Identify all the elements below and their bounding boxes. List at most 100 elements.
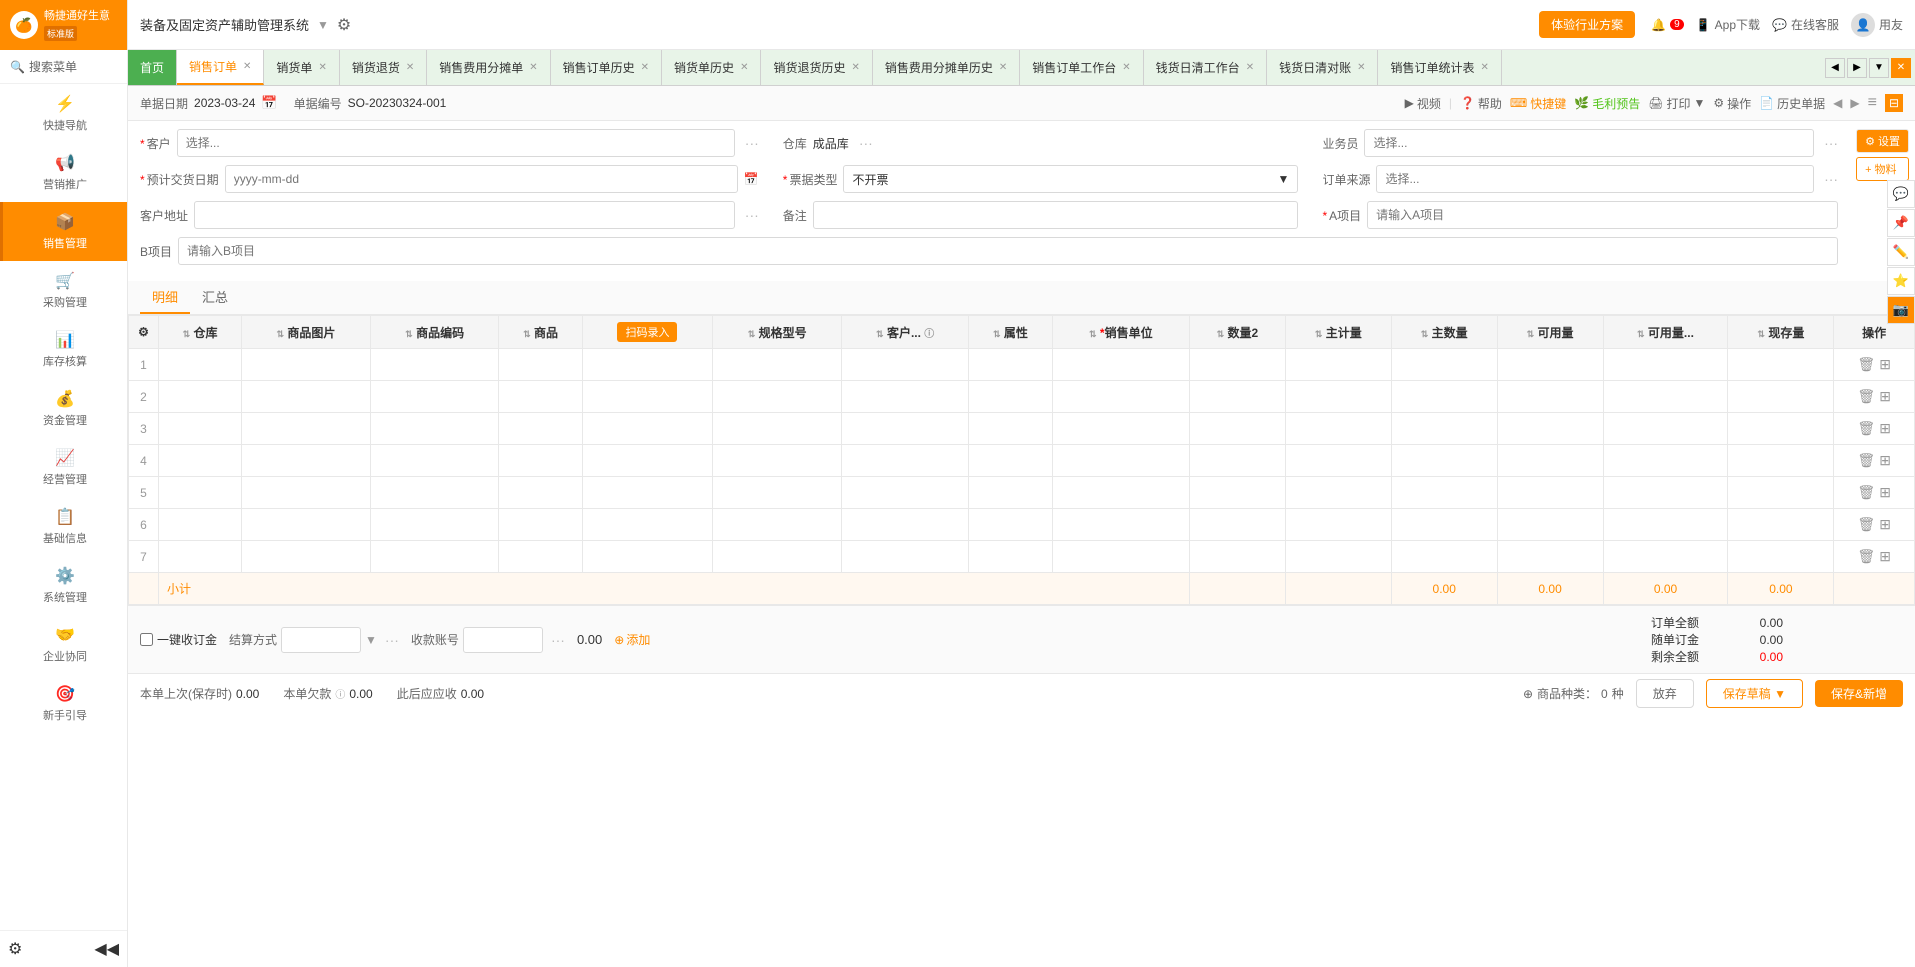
nav-next-btn[interactable]: ▶ [1850,96,1859,110]
a-project-input[interactable] [1367,201,1838,229]
industry-btn[interactable]: 体验行业方案 [1539,11,1635,38]
table-tab-detail[interactable]: 明细 [140,281,190,314]
setting-button[interactable]: ⚙ 设置 [1856,129,1909,153]
th-main-unit[interactable]: ⇅ 主计量 [1285,316,1391,349]
th-available2[interactable]: ⇅ 可用量... [1603,316,1728,349]
sidebar-item-operations[interactable]: 📈 经营管理 [0,438,127,497]
row-unit[interactable] [1052,349,1189,381]
row-available2[interactable] [1603,349,1728,381]
tab-sales-invoice[interactable]: 销货单 ✕ [264,50,339,85]
table-scroll[interactable]: ⚙ ⇅ 仓库 ⇅ 商品图片 ⇅ 商品编码 ⇅ 商品 扫码录入 ⇅ 规格型号 ⇅ … [128,315,1915,605]
th-unit[interactable]: ⇅ *销售单位 [1052,316,1189,349]
notification-item[interactable]: 🔔 9 [1651,18,1684,32]
tab-sales-order[interactable]: 销售订单 ✕ [177,50,264,85]
copy-icon[interactable]: ⊞ [1879,548,1891,565]
operations-action[interactable]: ⚙ 操作 [1713,95,1751,112]
sidebar-item-sales[interactable]: 📦 销售管理 [0,202,127,261]
payment-dots[interactable]: ··· [385,632,399,648]
dropdown-icon[interactable]: ▼ [317,18,329,32]
settings-icon[interactable]: ⚙ [8,939,22,959]
one-key-collect-check[interactable] [140,633,153,646]
tab-close-icon[interactable]: ✕ [243,61,251,72]
order-source-input[interactable] [1376,165,1814,193]
copy-icon[interactable]: ⊞ [1879,484,1891,501]
sidebar-item-guide[interactable]: 🎯 新手引导 [0,674,127,733]
delete-icon[interactable]: 🗑 [1857,420,1875,437]
settings-gear-icon[interactable]: ⚙ [337,15,351,35]
copy-icon[interactable]: ⊞ [1879,516,1891,533]
sidebar-item-basic[interactable]: 📋 基础信息 [0,497,127,556]
customer-input[interactable] [177,129,735,157]
customer-dots[interactable]: ··· [745,135,759,151]
tab-home[interactable]: 首页 [128,50,177,85]
th-stock[interactable]: ⇅ 现存量 [1728,316,1834,349]
sidebar-item-marketing[interactable]: 📢 营销推广 [0,143,127,202]
right-tool-chat[interactable]: 💬 [1887,180,1915,208]
delivery-input[interactable] [225,165,738,193]
sidebar-search[interactable]: 🔍 搜索菜单 [0,50,127,84]
nav-prev-btn[interactable]: ◀ [1833,96,1842,110]
row-scan[interactable] [582,349,713,381]
profit-action[interactable]: 🌿 毛利预告 [1574,95,1640,112]
copy-icon[interactable]: ⊞ [1879,388,1891,405]
th-main-qty[interactable]: ⇅ 主数量 [1391,316,1497,349]
tab-invoice-history[interactable]: 销货单历史 ✕ [662,50,761,85]
row-attr[interactable] [969,349,1052,381]
th-customer-code[interactable]: ⇅ 客户... ⓘ [841,316,968,349]
scan-btn[interactable]: 扫码录入 [617,322,677,342]
print-action[interactable]: 🖨 打印 ▼ [1648,95,1705,112]
split-view-icon[interactable]: ⊟ [1885,94,1903,112]
sidebar-item-quick-nav[interactable]: ⚡ 快捷导航 [0,84,127,143]
salesperson-input[interactable] [1364,129,1814,157]
collapse-icon[interactable]: ◀◀ [94,939,119,959]
tab-close-icon-11[interactable]: ✕ [1357,62,1365,73]
th-code[interactable]: ⇅ 商品编码 [370,316,499,349]
save-new-button[interactable]: 保存&新增 [1815,680,1903,707]
th-image[interactable]: ⇅ 商品图片 [242,316,371,349]
b-project-input[interactable] [178,237,1838,265]
sidebar-item-purchase[interactable]: 🛒 采购管理 [0,261,127,320]
tab-order-history[interactable]: 销售订单历史 ✕ [551,50,662,85]
tab-return-history[interactable]: 销货退货历史 ✕ [761,50,872,85]
th-available[interactable]: ⇅ 可用量 [1497,316,1603,349]
tab-close-icon-8[interactable]: ✕ [999,62,1007,73]
right-tool-star[interactable]: ⭐ [1887,267,1915,295]
th-spec[interactable]: ⇅ 规格型号 [713,316,842,349]
copy-icon[interactable]: ⊞ [1879,420,1891,437]
discard-button[interactable]: 放弃 [1636,679,1694,708]
row-available[interactable] [1497,349,1603,381]
th-qty2[interactable]: ⇅ 数量2 [1190,316,1286,349]
one-key-collect-checkbox[interactable]: 一键收订金 [140,631,217,648]
tab-close-icon-7[interactable]: ✕ [851,62,859,73]
th-settings[interactable]: ⚙ [129,316,159,349]
th-scan[interactable]: 扫码录入 [582,316,713,349]
delete-icon[interactable]: 🗑 [1857,452,1875,469]
tab-fee-history[interactable]: 销售费用分摊单历史 ✕ [873,50,1020,85]
sidebar-item-finance[interactable]: 💰 资金管理 [0,379,127,438]
row-stock[interactable] [1728,349,1834,381]
delete-icon[interactable]: 🗑 [1857,388,1875,405]
tab-close-icon-4[interactable]: ✕ [529,62,537,73]
tab-close-icon-12[interactable]: ✕ [1481,62,1489,73]
user-item[interactable]: 👤 用友 [1851,13,1903,37]
payment-method-input[interactable] [281,627,361,653]
tab-more-btn[interactable]: ▼ [1869,58,1889,78]
row-customer-code[interactable] [841,349,968,381]
order-source-dots[interactable]: ··· [1824,171,1838,187]
tab-cash-workbench[interactable]: 钱货日清工作台 ✕ [1144,50,1267,85]
delete-icon[interactable]: 🗑 [1857,516,1875,533]
tab-cash-reconcile[interactable]: 钱货日清对账 ✕ [1267,50,1378,85]
remark-input[interactable] [813,201,1299,229]
row-qty2[interactable] [1190,349,1286,381]
tab-sales-return[interactable]: 销货退货 ✕ [340,50,427,85]
row-code[interactable] [370,349,499,381]
app-download-item[interactable]: 📱 App下载 [1696,16,1760,33]
tab-close-icon-9[interactable]: ✕ [1122,62,1130,73]
print-dropdown-icon[interactable]: ▼ [1693,96,1705,110]
tab-workbench[interactable]: 销售订单工作台 ✕ [1020,50,1143,85]
th-attr[interactable]: ⇅ 属性 [969,316,1052,349]
right-tool-edit[interactable]: ✏️ [1887,238,1915,266]
row-product[interactable] [499,349,582,381]
row-spec[interactable] [713,349,842,381]
tab-prev-btn[interactable]: ◀ [1825,58,1845,78]
